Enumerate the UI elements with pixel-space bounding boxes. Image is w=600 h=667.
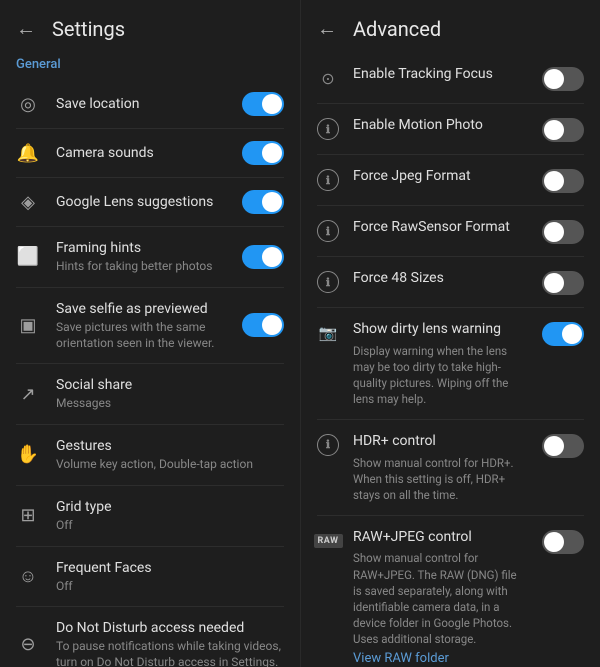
icon-force-jpeg: ℹ — [317, 169, 339, 191]
right-setting-item-tracking-focus[interactable]: ⊙ Enable Tracking Focus — [301, 53, 600, 103]
name-force-48: Force 48 Sizes — [353, 269, 528, 289]
name-camera-sounds: Camera sounds — [56, 144, 226, 162]
right-setting-item-dirty-lens[interactable]: 📷 Show dirty lens warning Display warnin… — [301, 308, 600, 419]
sub-raw-jpeg: Show manual control for RAW+JPEG. The RA… — [353, 550, 528, 647]
right-header: ← Advanced — [301, 0, 600, 53]
right-panel: ← Advanced ⊙ Enable Tracking Focus ℹ Ena… — [300, 0, 600, 667]
toggle-force-48[interactable] — [542, 271, 584, 295]
icon-dirty-lens: 📷 — [317, 322, 339, 344]
name-dnd-access: Do Not Disturb access needed — [56, 619, 284, 637]
toggle-save-selfie[interactable] — [242, 313, 284, 337]
name-force-jpeg: Force Jpeg Format — [353, 167, 528, 187]
icon-save-location: ◎ — [16, 92, 40, 116]
raw-badge: RAW — [314, 534, 343, 548]
sub-grid-type: Off — [56, 518, 284, 534]
toggle-tracking-focus[interactable] — [542, 67, 584, 91]
left-setting-item-social-share[interactable]: ↗ Social share Messages — [0, 364, 300, 424]
link-raw-jpeg[interactable]: View RAW folder — [353, 647, 528, 667]
right-setting-item-raw-jpeg[interactable]: RAW RAW+JPEG control Show manual control… — [301, 516, 600, 667]
toggle-raw-jpeg[interactable] — [542, 530, 584, 554]
icon-motion-photo: ℹ — [317, 118, 339, 140]
toggle-camera-sounds[interactable] — [242, 141, 284, 165]
left-setting-item-camera-sounds[interactable]: 🔔 Camera sounds — [0, 129, 300, 177]
left-panel-title: Settings — [52, 17, 125, 41]
left-setting-item-save-location[interactable]: ◎ Save location — [0, 80, 300, 128]
left-setting-item-dnd-access[interactable]: ⊖ Do Not Disturb access needed To pause … — [0, 607, 300, 667]
section-general-label: General — [0, 53, 300, 80]
icon-hdr-control: ℹ — [317, 434, 339, 456]
left-setting-item-grid-type[interactable]: ⊞ Grid type Off — [0, 486, 300, 546]
sub-hdr-control: Show manual control for HDR+. When this … — [353, 455, 528, 503]
toggle-motion-photo[interactable] — [542, 118, 584, 142]
name-save-selfie: Save selfie as previewed — [56, 300, 226, 318]
left-header: ← Settings — [0, 0, 300, 53]
sub-framing-hints: Hints for taking better photos — [56, 259, 226, 275]
name-motion-photo: Enable Motion Photo — [353, 116, 528, 136]
left-back-icon[interactable]: ← — [16, 16, 36, 41]
icon-dnd-access: ⊖ — [16, 633, 40, 657]
icon-raw-jpeg: RAW — [317, 530, 339, 552]
icon-tracking-focus: ⊙ — [317, 67, 339, 89]
name-dirty-lens: Show dirty lens warning — [353, 320, 528, 340]
right-setting-item-force-jpeg[interactable]: ℹ Force Jpeg Format — [301, 155, 600, 205]
toggle-hdr-control[interactable] — [542, 434, 584, 458]
right-setting-item-force-raw[interactable]: ℹ Force RawSensor Format — [301, 206, 600, 256]
icon-gestures: ✋ — [16, 443, 40, 467]
icon-frequent-faces: ☺ — [16, 564, 40, 588]
left-setting-item-gestures[interactable]: ✋ Gestures Volume key action, Double-tap… — [0, 425, 300, 485]
left-setting-item-framing-hints[interactable]: ⬜ Framing hints Hints for taking better … — [0, 227, 300, 287]
icon-force-raw: ℹ — [317, 220, 339, 242]
name-gestures: Gestures — [56, 437, 284, 455]
sub-frequent-faces: Off — [56, 579, 284, 595]
left-panel: ← Settings General ◎ Save location 🔔 Cam… — [0, 0, 300, 667]
name-save-location: Save location — [56, 95, 226, 113]
sub-dnd-access: To pause notifications while taking vide… — [56, 639, 284, 667]
sub-gestures: Volume key action, Double-tap action — [56, 457, 284, 473]
sub-social-share: Messages — [56, 396, 284, 412]
name-tracking-focus: Enable Tracking Focus — [353, 65, 528, 85]
toggle-framing-hints[interactable] — [242, 245, 284, 269]
icon-force-48: ℹ — [317, 271, 339, 293]
left-setting-item-frequent-faces[interactable]: ☺ Frequent Faces Off — [0, 547, 300, 607]
toggle-google-lens[interactable] — [242, 190, 284, 214]
name-social-share: Social share — [56, 376, 284, 394]
left-setting-item-google-lens[interactable]: ◈ Google Lens suggestions — [0, 178, 300, 226]
sub-save-selfie: Save pictures with the same orientation … — [56, 320, 226, 351]
icon-camera-sounds: 🔔 — [16, 141, 40, 165]
name-grid-type: Grid type — [56, 498, 284, 516]
right-setting-item-force-48[interactable]: ℹ Force 48 Sizes — [301, 257, 600, 307]
sub-dirty-lens: Display warning when the lens may be too… — [353, 343, 528, 407]
right-setting-item-motion-photo[interactable]: ℹ Enable Motion Photo — [301, 104, 600, 154]
right-panel-title: Advanced — [353, 17, 441, 41]
left-setting-item-save-selfie[interactable]: ▣ Save selfie as previewed Save pictures… — [0, 288, 300, 363]
name-google-lens: Google Lens suggestions — [56, 193, 226, 211]
toggle-force-raw[interactable] — [542, 220, 584, 244]
icon-framing-hints: ⬜ — [16, 245, 40, 269]
toggle-save-location[interactable] — [242, 92, 284, 116]
icon-save-selfie: ▣ — [16, 313, 40, 337]
name-framing-hints: Framing hints — [56, 239, 226, 257]
name-force-raw: Force RawSensor Format — [353, 218, 528, 238]
name-hdr-control: HDR+ control — [353, 432, 528, 452]
icon-grid-type: ⊞ — [16, 504, 40, 528]
right-back-icon[interactable]: ← — [317, 16, 337, 41]
name-raw-jpeg: RAW+JPEG control — [353, 528, 528, 548]
icon-google-lens: ◈ — [16, 190, 40, 214]
toggle-dirty-lens[interactable] — [542, 322, 584, 346]
right-setting-item-hdr-control[interactable]: ℹ HDR+ control Show manual control for H… — [301, 420, 600, 515]
name-frequent-faces: Frequent Faces — [56, 559, 284, 577]
icon-social-share: ↗ — [16, 382, 40, 406]
toggle-force-jpeg[interactable] — [542, 169, 584, 193]
